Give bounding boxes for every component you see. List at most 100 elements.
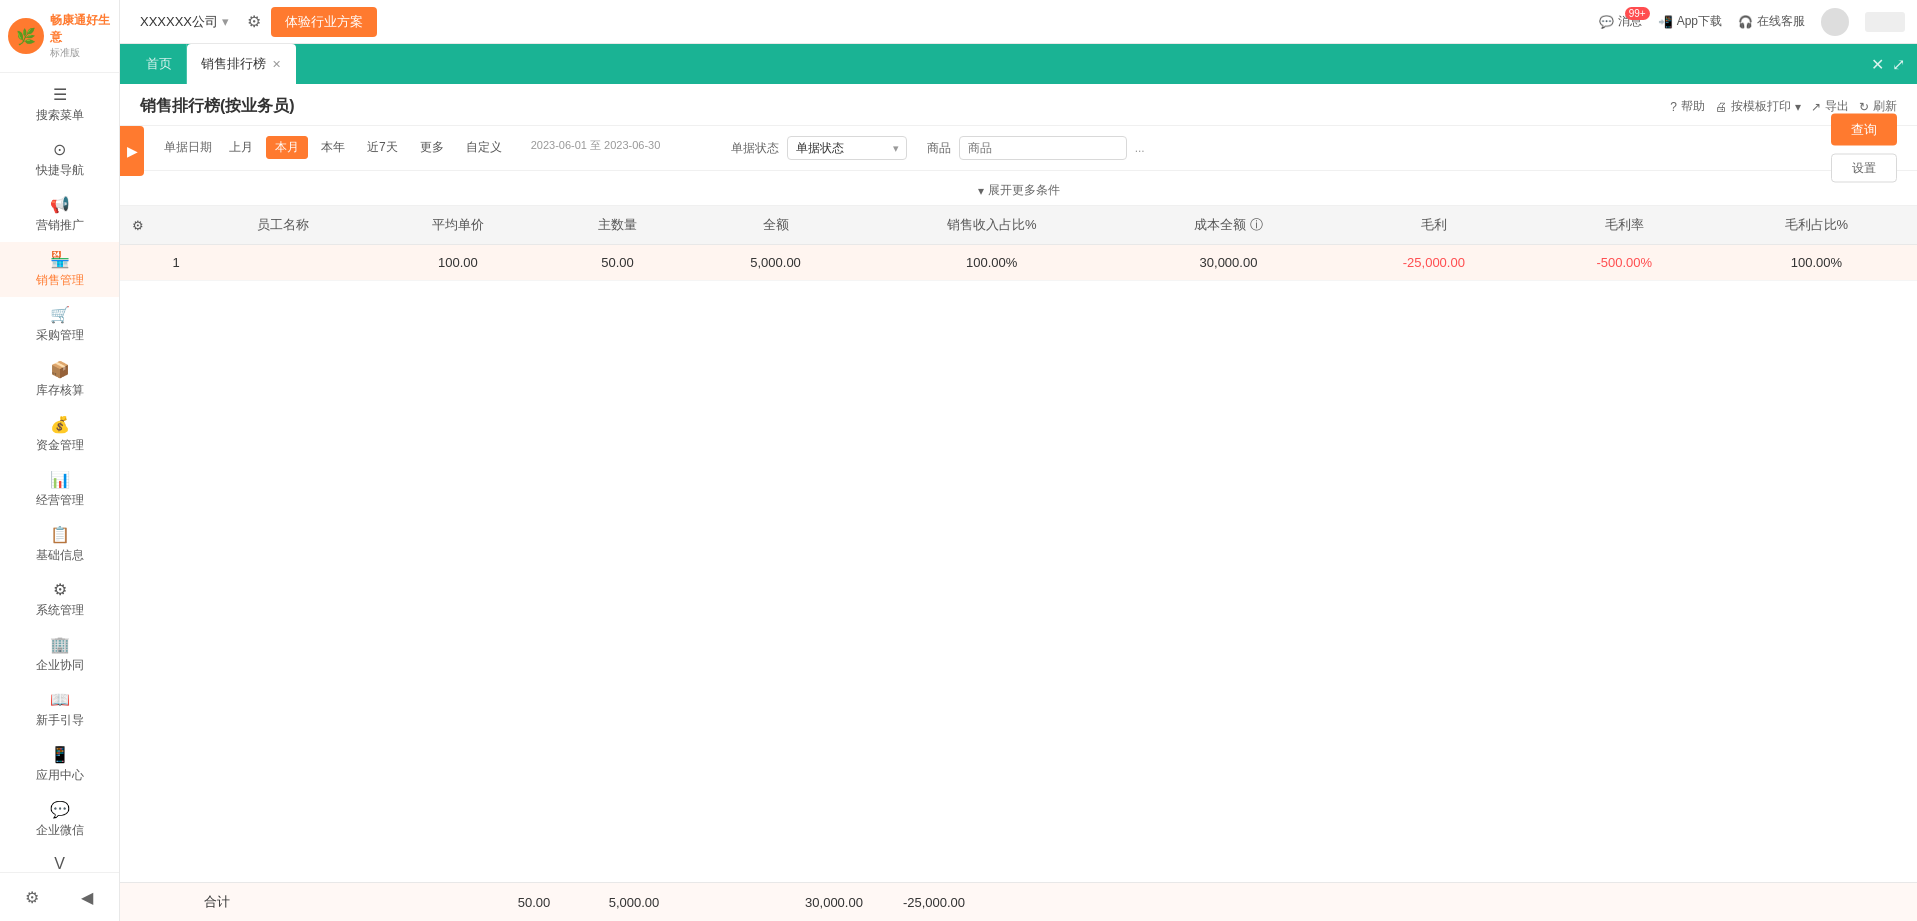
sidebar-item-marketing[interactable]: 📢 营销推广 xyxy=(0,187,119,242)
print-icon: 🖨 xyxy=(1715,100,1727,114)
apps-icon: 📱 xyxy=(50,745,70,764)
date-range-text: 2023-06-01 至 2023-06-30 xyxy=(531,138,661,153)
refresh-button[interactable]: ↻ 刷新 xyxy=(1859,98,1897,115)
sidebar-item-member[interactable]: V 畅会员 xyxy=(0,847,119,872)
row-cost: 30,000.00 xyxy=(1122,245,1335,281)
sidebar-item-inventory[interactable]: 📦 库存核算 xyxy=(0,352,119,407)
sales-icon: 🏪 xyxy=(50,250,70,269)
col-cost: 成本全额 ⓘ xyxy=(1122,206,1335,245)
online-service-button[interactable]: 🎧 在线客服 xyxy=(1738,13,1805,30)
expand-more-row: ▾ 展开更多条件 xyxy=(120,176,1917,206)
tab-close-icon[interactable]: ✕ xyxy=(272,58,281,71)
content-area: 销售排行榜(按业务员) ? 帮助 🖨 按模板打印 ▾ ↗ 导出 ↻ 刷新 xyxy=(120,84,1917,921)
sidebar-settings-button[interactable]: ⚙ xyxy=(16,881,48,913)
sidebar-item-apps[interactable]: 📱 应用中心 xyxy=(0,737,119,792)
tab-home[interactable]: 首页 xyxy=(132,44,187,84)
wechat-icon: 💬 xyxy=(50,800,70,819)
last-month-button[interactable]: 上月 xyxy=(220,136,262,159)
system-icon: ⚙ xyxy=(53,580,67,599)
last-7days-button[interactable]: 近7天 xyxy=(358,136,407,159)
logo-icon: 🌿 xyxy=(8,18,44,54)
table-row: 1 100.00 50.00 5,000.00 100.00% 30,000.0… xyxy=(120,245,1917,281)
sidebar-item-enterprise[interactable]: 🏢 企业协同 xyxy=(0,627,119,682)
page-title: 销售排行榜(按业务员) xyxy=(140,96,295,117)
sidebar-bottom: ⚙ ◀ xyxy=(0,872,119,921)
collapse-icon: ◀ xyxy=(81,888,93,907)
filter-bar-wrapper: 单据日期 上月 本月 本年 近7天 更多 自定义 2023-06-01 至 20… xyxy=(144,126,1917,171)
sidebar-item-wechat[interactable]: 💬 企业微信 xyxy=(0,792,119,847)
row-gross: -25,000.00 xyxy=(1335,245,1533,281)
help-icon: ? xyxy=(1670,100,1677,114)
message-button[interactable]: 💬 消息 99+ xyxy=(1599,13,1642,30)
query-button[interactable]: 查询 xyxy=(1831,114,1897,146)
sidebar-settings-icon: ⚙ xyxy=(25,888,39,907)
tab-sales-ranking[interactable]: 销售排行榜 ✕ xyxy=(187,44,296,84)
date-quick-buttons: 上月 本月 本年 近7天 更多 自定义 xyxy=(220,136,511,159)
message-icon: 💬 xyxy=(1599,15,1614,29)
filter-right-buttons: 查询 设置 xyxy=(1831,114,1897,183)
filter-collapse-button[interactable]: ▶ xyxy=(120,126,144,176)
row-name xyxy=(196,245,371,281)
status-filter-group: 单据状态 单据状态 xyxy=(731,136,907,160)
help-button[interactable]: ? 帮助 xyxy=(1670,98,1705,115)
table-body: 1 100.00 50.00 5,000.00 100.00% 30,000.0… xyxy=(120,245,1917,281)
row-settings xyxy=(120,245,156,281)
refresh-icon: ↻ xyxy=(1859,100,1869,114)
date-range-display: 2023-06-01 至 2023-06-30 xyxy=(531,136,711,153)
sidebar-collapse-button[interactable]: ◀ xyxy=(71,881,103,913)
row-amount: 5,000.00 xyxy=(690,245,861,281)
sidebar-item-guide[interactable]: 📖 新手引导 xyxy=(0,682,119,737)
sidebar-item-purchase[interactable]: 🛒 采购管理 xyxy=(0,297,119,352)
row-rank: 1 xyxy=(156,245,196,281)
export-button[interactable]: ↗ 导出 xyxy=(1811,98,1849,115)
print-button[interactable]: 🖨 按模板打印 ▾ xyxy=(1715,98,1801,115)
sidebar-item-sales[interactable]: 🏪 销售管理 xyxy=(0,242,119,297)
company-settings-button[interactable]: ⚙ xyxy=(247,12,261,31)
expand-more-button[interactable]: ▾ 展开更多条件 xyxy=(978,182,1060,199)
status-select[interactable]: 单据状态 xyxy=(787,136,907,160)
footer-cost: 30,000.00 xyxy=(784,895,884,910)
filter-row: ▶ 单据日期 上月 本月 本年 近7天 更多 自定义 xyxy=(120,126,1917,176)
sidebar-item-search[interactable]: ☰ 搜索菜单 xyxy=(0,77,119,132)
inventory-icon: 📦 xyxy=(50,360,70,379)
tab-close-all-icon[interactable]: ✕ xyxy=(1871,55,1884,74)
row-gross-rate: -500.00% xyxy=(1533,245,1716,281)
row-gross-pct: 100.00% xyxy=(1716,245,1917,281)
sidebar-item-shortcuts[interactable]: ⊙ 快捷导航 xyxy=(0,132,119,187)
user-avatar[interactable] xyxy=(1821,8,1849,36)
collapse-arrow-icon: ▶ xyxy=(127,143,138,159)
table-settings-icon[interactable]: ⚙ xyxy=(132,218,144,233)
sidebar-item-finance[interactable]: 💰 资金管理 xyxy=(0,407,119,462)
current-year-button[interactable]: 本年 xyxy=(312,136,354,159)
member-icon: V xyxy=(54,855,65,872)
more-date-button[interactable]: 更多 xyxy=(411,136,453,159)
custom-date-button[interactable]: 自定义 xyxy=(457,136,511,159)
row-sales-pct: 100.00% xyxy=(861,245,1122,281)
marketing-icon: 📢 xyxy=(50,195,70,214)
col-avg-price: 平均单价 xyxy=(371,206,546,245)
sidebar-nav: ☰ 搜索菜单 ⊙ 快捷导航 📢 营销推广 🏪 销售管理 🛒 采购管理 📦 库存核… xyxy=(0,73,119,872)
tab-maximize-icon[interactable]: ⤢ xyxy=(1892,55,1905,74)
company-selector[interactable]: XXXXXX公司 ▾ xyxy=(132,9,237,35)
trial-button[interactable]: 体验行业方案 xyxy=(271,7,377,37)
purchase-icon: 🛒 xyxy=(50,305,70,324)
app-download-button[interactable]: 📲 App下载 xyxy=(1658,13,1722,30)
operations-icon: 📊 xyxy=(50,470,70,489)
goods-more-button[interactable]: ... xyxy=(1135,141,1145,155)
data-table: ⚙ 员工名称 平均单价 主数量 全额 销售收入占比% 成本全额 ⓘ 毛利 毛利率… xyxy=(120,206,1917,281)
table-header-row: ⚙ 员工名称 平均单价 主数量 全额 销售收入占比% 成本全额 ⓘ 毛利 毛利率… xyxy=(120,206,1917,245)
col-settings: ⚙ xyxy=(120,206,156,245)
page-header: 销售排行榜(按业务员) ? 帮助 🖨 按模板打印 ▾ ↗ 导出 ↻ 刷新 xyxy=(120,84,1917,126)
col-gross-rate: 毛利率 xyxy=(1533,206,1716,245)
tab-bar: 首页 销售排行榜 ✕ ✕ ⤢ xyxy=(120,44,1917,84)
sidebar-item-operations[interactable]: 📊 经营管理 xyxy=(0,462,119,517)
date-filter-group: 单据日期 上月 本月 本年 近7天 更多 自定义 xyxy=(164,136,511,159)
filter-settings-button[interactable]: 设置 xyxy=(1831,154,1897,183)
sidebar-item-basic[interactable]: 📋 基础信息 xyxy=(0,517,119,572)
current-month-button[interactable]: 本月 xyxy=(266,136,308,159)
col-sales-pct: 销售收入占比% xyxy=(861,206,1122,245)
goods-input[interactable] xyxy=(959,136,1127,160)
sidebar-item-system[interactable]: ⚙ 系统管理 xyxy=(0,572,119,627)
company-dropdown-icon: ▾ xyxy=(222,14,229,29)
col-quantity: 主数量 xyxy=(545,206,690,245)
